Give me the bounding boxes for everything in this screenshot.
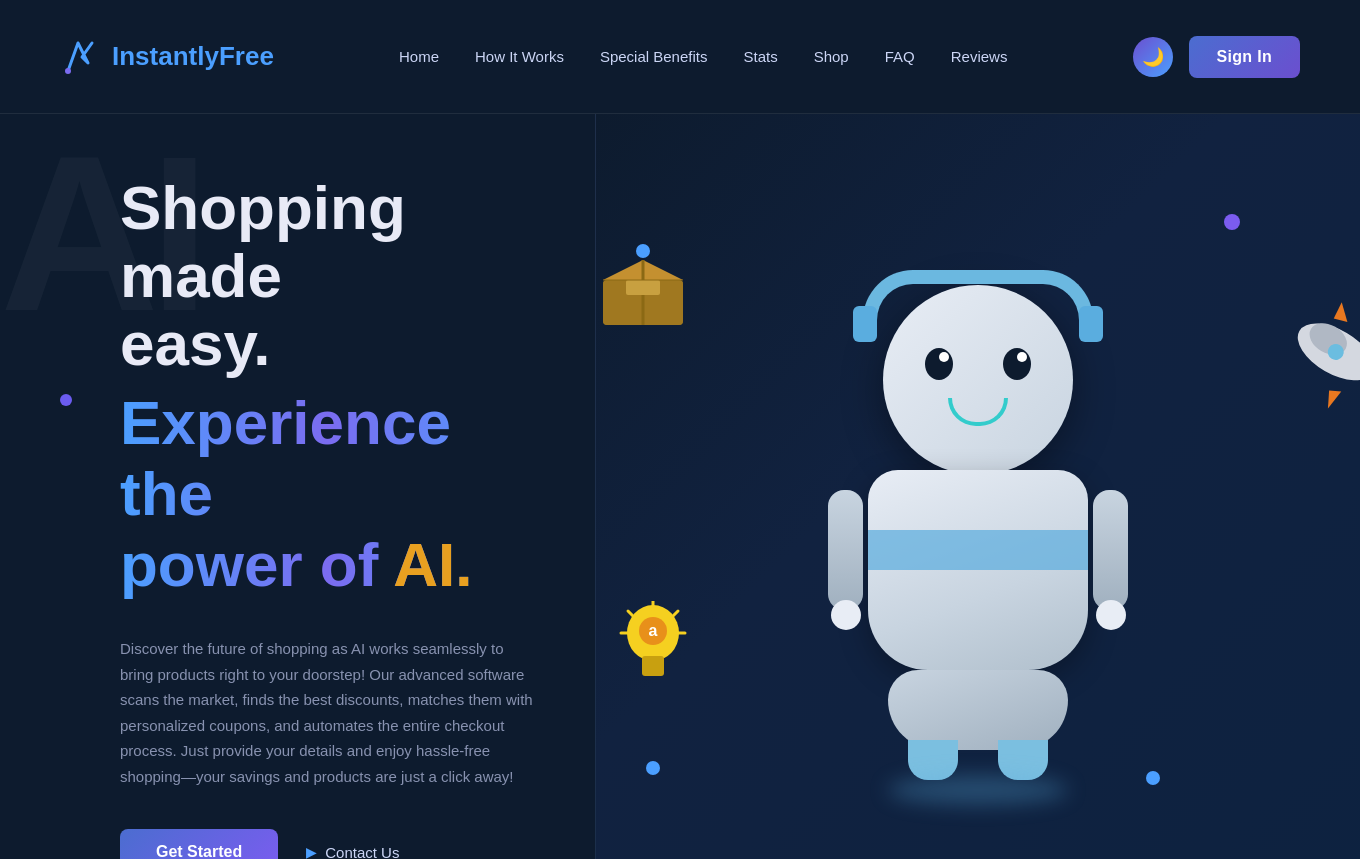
- hero-actions: Get Started ▶ Contact Us: [120, 829, 535, 859]
- robot-face: [913, 348, 1043, 428]
- robot-smile: [948, 398, 1008, 426]
- robot-hand-right: [1096, 600, 1126, 630]
- hero-right: a: [595, 114, 1360, 859]
- hero-left: AI Shopping made easy. Experience the po…: [0, 114, 595, 859]
- rocket-icon: [1266, 285, 1360, 443]
- robot-arm-left: [828, 490, 863, 610]
- robot-glow: [888, 775, 1068, 805]
- package-icon: [598, 255, 688, 330]
- nav-faq[interactable]: FAQ: [885, 48, 915, 65]
- logo-icon: [60, 35, 104, 79]
- svg-marker-10: [1320, 385, 1345, 408]
- nav-special-benefits[interactable]: Special Benefits: [600, 48, 708, 65]
- hero-title-colored: Experience the power of AI.: [120, 387, 535, 601]
- robot-eye-left: [925, 348, 953, 380]
- arrow-icon: ▶: [306, 844, 317, 859]
- robot-arm-right: [1093, 490, 1128, 610]
- hero-content: Shopping made easy. Experience the power…: [120, 174, 535, 859]
- svg-line-18: [673, 611, 678, 616]
- logo[interactable]: InstantlyFree: [60, 35, 274, 79]
- theme-toggle-button[interactable]: 🌙: [1133, 37, 1173, 77]
- robot-scene: a: [678, 225, 1278, 825]
- robot-stripe: [868, 530, 1088, 570]
- contact-us-link[interactable]: ▶ Contact Us: [306, 844, 399, 859]
- robot: [828, 285, 1128, 765]
- navbar: InstantlyFree Home How It Works Special …: [0, 0, 1360, 114]
- nav-how-it-works[interactable]: How It Works: [475, 48, 564, 65]
- svg-rect-13: [642, 656, 664, 676]
- contact-label: Contact Us: [325, 844, 399, 859]
- robot-leg-left: [908, 740, 958, 780]
- hero-section: AI Shopping made easy. Experience the po…: [0, 114, 1360, 859]
- hero-title-plain: Shopping made easy.: [120, 174, 535, 379]
- nav-shop[interactable]: Shop: [814, 48, 849, 65]
- robot-bottom: [888, 670, 1068, 750]
- robot-eye-right: [1003, 348, 1031, 380]
- robot-body: [868, 470, 1088, 670]
- brand-name: InstantlyFree: [112, 41, 274, 72]
- nav-links: Home How It Works Special Benefits Stats…: [399, 48, 1007, 66]
- svg-text:a: a: [649, 622, 658, 639]
- sign-in-button[interactable]: Sign In: [1189, 36, 1300, 78]
- nav-stats[interactable]: Stats: [743, 48, 777, 65]
- nav-home[interactable]: Home: [399, 48, 439, 65]
- decorative-dot-left: [60, 394, 72, 406]
- robot-leg-right: [998, 740, 1048, 780]
- moon-icon: 🌙: [1142, 46, 1164, 68]
- robot-headphones: [863, 270, 1093, 320]
- hero-description: Discover the future of shopping as AI wo…: [120, 636, 535, 789]
- decorative-dot-3: [646, 761, 660, 775]
- robot-hand-left: [831, 600, 861, 630]
- robot-head: [883, 285, 1073, 475]
- svg-point-0: [65, 68, 71, 74]
- svg-line-17: [628, 611, 633, 616]
- nav-reviews[interactable]: Reviews: [951, 48, 1008, 65]
- nav-right: 🌙 Sign In: [1133, 36, 1300, 78]
- get-started-button[interactable]: Get Started: [120, 829, 278, 859]
- amazon-bulb-icon: a: [618, 601, 688, 705]
- svg-rect-5: [626, 280, 660, 295]
- svg-marker-9: [1329, 302, 1352, 327]
